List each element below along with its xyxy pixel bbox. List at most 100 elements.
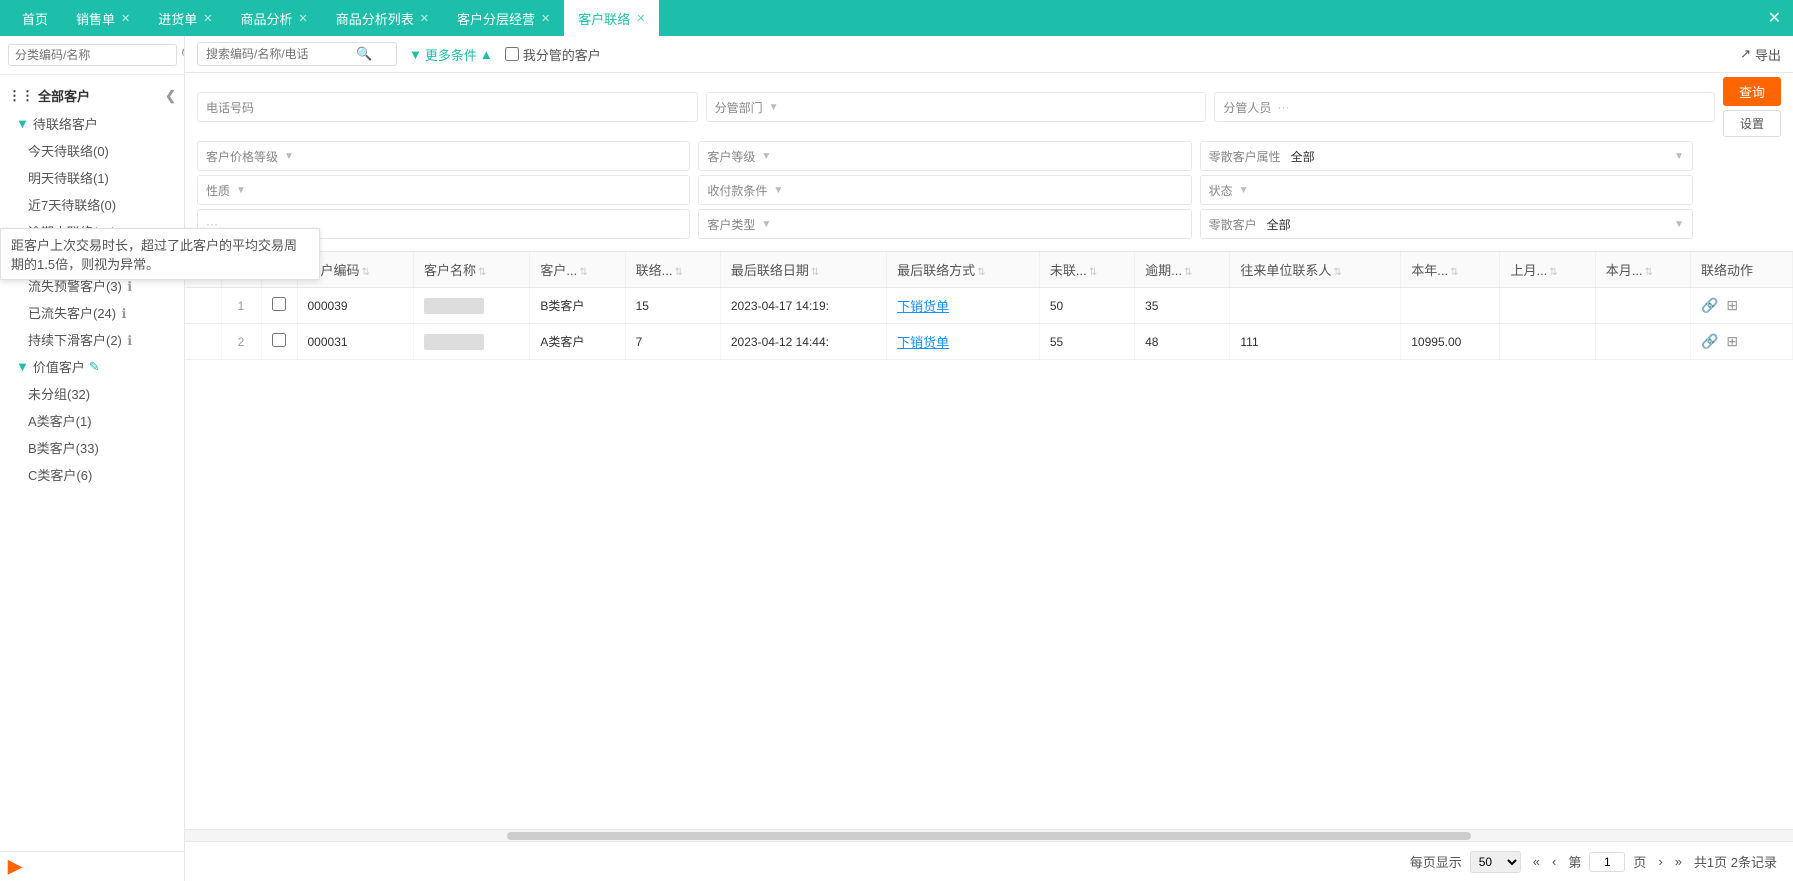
my-customer-checkbox[interactable] bbox=[505, 47, 519, 61]
col-type-header[interactable]: 客户...⇅ bbox=[530, 252, 625, 288]
sidebar-item-tomorrow[interactable]: 明天待联络(1) bbox=[0, 164, 184, 191]
row2-contact: 7 bbox=[625, 324, 720, 360]
sidebar-item-c-class[interactable]: C类客户(6) bbox=[0, 461, 184, 488]
more-filter-button[interactable]: ▼ 更多条件 ▲ bbox=[409, 45, 493, 64]
total-records-label: 共1页 2条记录 bbox=[1694, 852, 1777, 871]
close-icon[interactable]: ✕ bbox=[541, 12, 550, 25]
row1-grid-icon[interactable]: ⊞ bbox=[1726, 297, 1738, 314]
row2-last-method[interactable]: 下销货单 bbox=[887, 324, 1040, 360]
sidebar-item-b-class[interactable]: B类客户(33) bbox=[0, 434, 184, 461]
filter-retail-customer[interactable]: 零散客户 全部 ▼ bbox=[1200, 209, 1693, 239]
row2-checkbox[interactable] bbox=[272, 333, 286, 347]
sidebar-item-ungrouped[interactable]: 未分组(32) bbox=[0, 380, 184, 407]
row2-link-icon[interactable]: 🔗 bbox=[1701, 333, 1718, 350]
row1-link-icon[interactable]: 🔗 bbox=[1701, 297, 1718, 314]
sort-icon: ⇅ bbox=[1450, 267, 1458, 278]
close-icon[interactable]: ✕ bbox=[299, 12, 308, 25]
last-page-button[interactable]: » bbox=[1671, 852, 1686, 871]
settings-button[interactable]: 设置 bbox=[1723, 110, 1781, 137]
row1-type: B类客户 bbox=[530, 288, 625, 324]
sidebar-item-declining[interactable]: 持续下滑客户(2) ℹ bbox=[0, 326, 184, 353]
sidebar-item-a-class[interactable]: A类客户(1) bbox=[0, 407, 184, 434]
sidebar: 🔍 ⋮⋮ 全部客户 ❮ ▼ 待联络客户 今天待联络(0) 明天待联络(1) 近7… bbox=[0, 36, 185, 881]
row2-name bbox=[413, 324, 529, 360]
row2-last-method-link[interactable]: 下销货单 bbox=[897, 335, 949, 350]
sidebar-pending-contact-section[interactable]: ▼ 待联络客户 bbox=[0, 110, 184, 137]
first-page-button[interactable]: « bbox=[1529, 852, 1544, 871]
chevron-down-icon: ▼ bbox=[284, 151, 294, 162]
row2-settings bbox=[185, 324, 221, 360]
filter-customer-type[interactable]: 客户类型 ▼ bbox=[698, 209, 1191, 239]
sidebar-item-7days[interactable]: 近7天待联络(0) bbox=[0, 191, 184, 218]
nav-purchase[interactable]: 进货单 ✕ bbox=[144, 0, 226, 36]
sidebar-item-today[interactable]: 今天待联络(0) bbox=[0, 137, 184, 164]
nav-product-analysis-list[interactable]: 商品分析列表 ✕ bbox=[322, 0, 443, 36]
row1-unit-contact bbox=[1230, 288, 1401, 324]
row2-check[interactable] bbox=[261, 324, 297, 360]
col-last-date-header[interactable]: 最后联络日期⇅ bbox=[720, 252, 886, 288]
window-close-button[interactable]: ✕ bbox=[1768, 8, 1781, 28]
col-this-year-header[interactable]: 本年...⇅ bbox=[1401, 252, 1500, 288]
sidebar-expand-icon[interactable]: ▶ bbox=[8, 856, 22, 877]
next-page-button[interactable]: › bbox=[1654, 852, 1666, 871]
filter-customer-level[interactable]: 客户等级 ▼ bbox=[698, 141, 1191, 171]
close-icon[interactable]: ✕ bbox=[636, 12, 645, 25]
filter-row-2: 客户价格等级 ▼ 客户等级 ▼ 零散客户属性 全部 ▼ bbox=[197, 141, 1781, 171]
col-last-method-header[interactable]: 最后联络方式⇅ bbox=[887, 252, 1040, 288]
close-icon[interactable]: ✕ bbox=[203, 12, 212, 25]
sort-icon: ⇅ bbox=[362, 267, 370, 278]
filter-manager[interactable]: 分管人员 ··· bbox=[1214, 92, 1715, 122]
edit-icon[interactable]: ✎ bbox=[89, 359, 100, 375]
filter-nature[interactable]: 性质 ▼ bbox=[197, 175, 690, 205]
chevron-down-icon: ▼ bbox=[236, 185, 246, 196]
per-page-select[interactable]: 50 20 100 200 bbox=[1470, 851, 1521, 873]
chevron-down-icon: ▼ bbox=[769, 102, 779, 113]
filter-payment[interactable]: 收付款条件 ▼ bbox=[698, 175, 1191, 205]
page-input[interactable] bbox=[1589, 852, 1625, 872]
nav-customer-contact[interactable]: 客户联络 ✕ bbox=[564, 0, 659, 36]
row1-last-method[interactable]: 下销货单 bbox=[887, 288, 1040, 324]
row1-check[interactable] bbox=[261, 288, 297, 324]
nav-product-analysis[interactable]: 商品分析 ✕ bbox=[226, 0, 321, 36]
col-overdue-header[interactable]: 逾期...⇅ bbox=[1135, 252, 1230, 288]
nav-sales[interactable]: 销售单 ✕ bbox=[62, 0, 144, 36]
filter-status[interactable]: 状态 ▼ bbox=[1200, 175, 1693, 205]
close-icon[interactable]: ✕ bbox=[121, 12, 130, 25]
col-this-month-header[interactable]: 本月...⇅ bbox=[1595, 252, 1690, 288]
sort-icon: ⇅ bbox=[674, 267, 682, 278]
hscroll-thumb[interactable] bbox=[507, 832, 1472, 840]
col-unit-contact-header[interactable]: 往来单位联系人⇅ bbox=[1230, 252, 1401, 288]
col-unreached-header[interactable]: 未联...⇅ bbox=[1039, 252, 1134, 288]
horizontal-scrollbar[interactable] bbox=[185, 829, 1793, 841]
search-icon[interactable]: 🔍 bbox=[356, 46, 372, 62]
close-icon[interactable]: ✕ bbox=[420, 12, 429, 25]
sidebar-all-customers[interactable]: ⋮⋮ 全部客户 ❮ bbox=[0, 81, 184, 110]
nav-home[interactable]: 首页 bbox=[8, 0, 62, 36]
search-input[interactable] bbox=[206, 47, 356, 61]
sidebar-item-churned[interactable]: 已流失客户(24) ℹ bbox=[0, 299, 184, 326]
prev-page-button[interactable]: ‹ bbox=[1548, 852, 1560, 871]
row1-last-method-link[interactable]: 下销货单 bbox=[897, 299, 949, 314]
row1-this-month bbox=[1595, 288, 1690, 324]
my-customer-filter[interactable]: 我分管的客户 bbox=[505, 45, 601, 64]
col-last-month-header[interactable]: 上月...⇅ bbox=[1500, 252, 1595, 288]
row1-index: 1 bbox=[221, 288, 261, 324]
collapse-icon[interactable]: ❮ bbox=[165, 88, 176, 104]
export-button[interactable]: ↗ 导出 bbox=[1740, 45, 1781, 64]
filter-phone[interactable]: 电话号码 bbox=[197, 92, 698, 122]
col-contact-header[interactable]: 联络...⇅ bbox=[625, 252, 720, 288]
row2-grid-icon[interactable]: ⊞ bbox=[1726, 333, 1738, 350]
row1-code: 000039 bbox=[297, 288, 413, 324]
sidebar-search-row: 🔍 bbox=[0, 36, 184, 75]
col-name-header[interactable]: 客户名称⇅ bbox=[413, 252, 529, 288]
filter-price-level[interactable]: 客户价格等级 ▼ bbox=[197, 141, 690, 171]
sidebar-value-customer-section[interactable]: ▼ 价值客户 ✎ bbox=[0, 353, 184, 380]
row1-checkbox[interactable] bbox=[272, 297, 286, 311]
query-button[interactable]: 查询 bbox=[1723, 77, 1781, 106]
row1-this-year bbox=[1401, 288, 1500, 324]
filter-department[interactable]: 分管部门 ▼ bbox=[706, 92, 1207, 122]
filter-retail-attr[interactable]: 零散客户属性 全部 ▼ bbox=[1200, 141, 1693, 171]
sidebar-search-input[interactable] bbox=[8, 44, 177, 66]
row1-last-date: 2023-04-17 14:19: bbox=[720, 288, 886, 324]
nav-customer-segmentation[interactable]: 客户分层经营 ✕ bbox=[443, 0, 564, 36]
